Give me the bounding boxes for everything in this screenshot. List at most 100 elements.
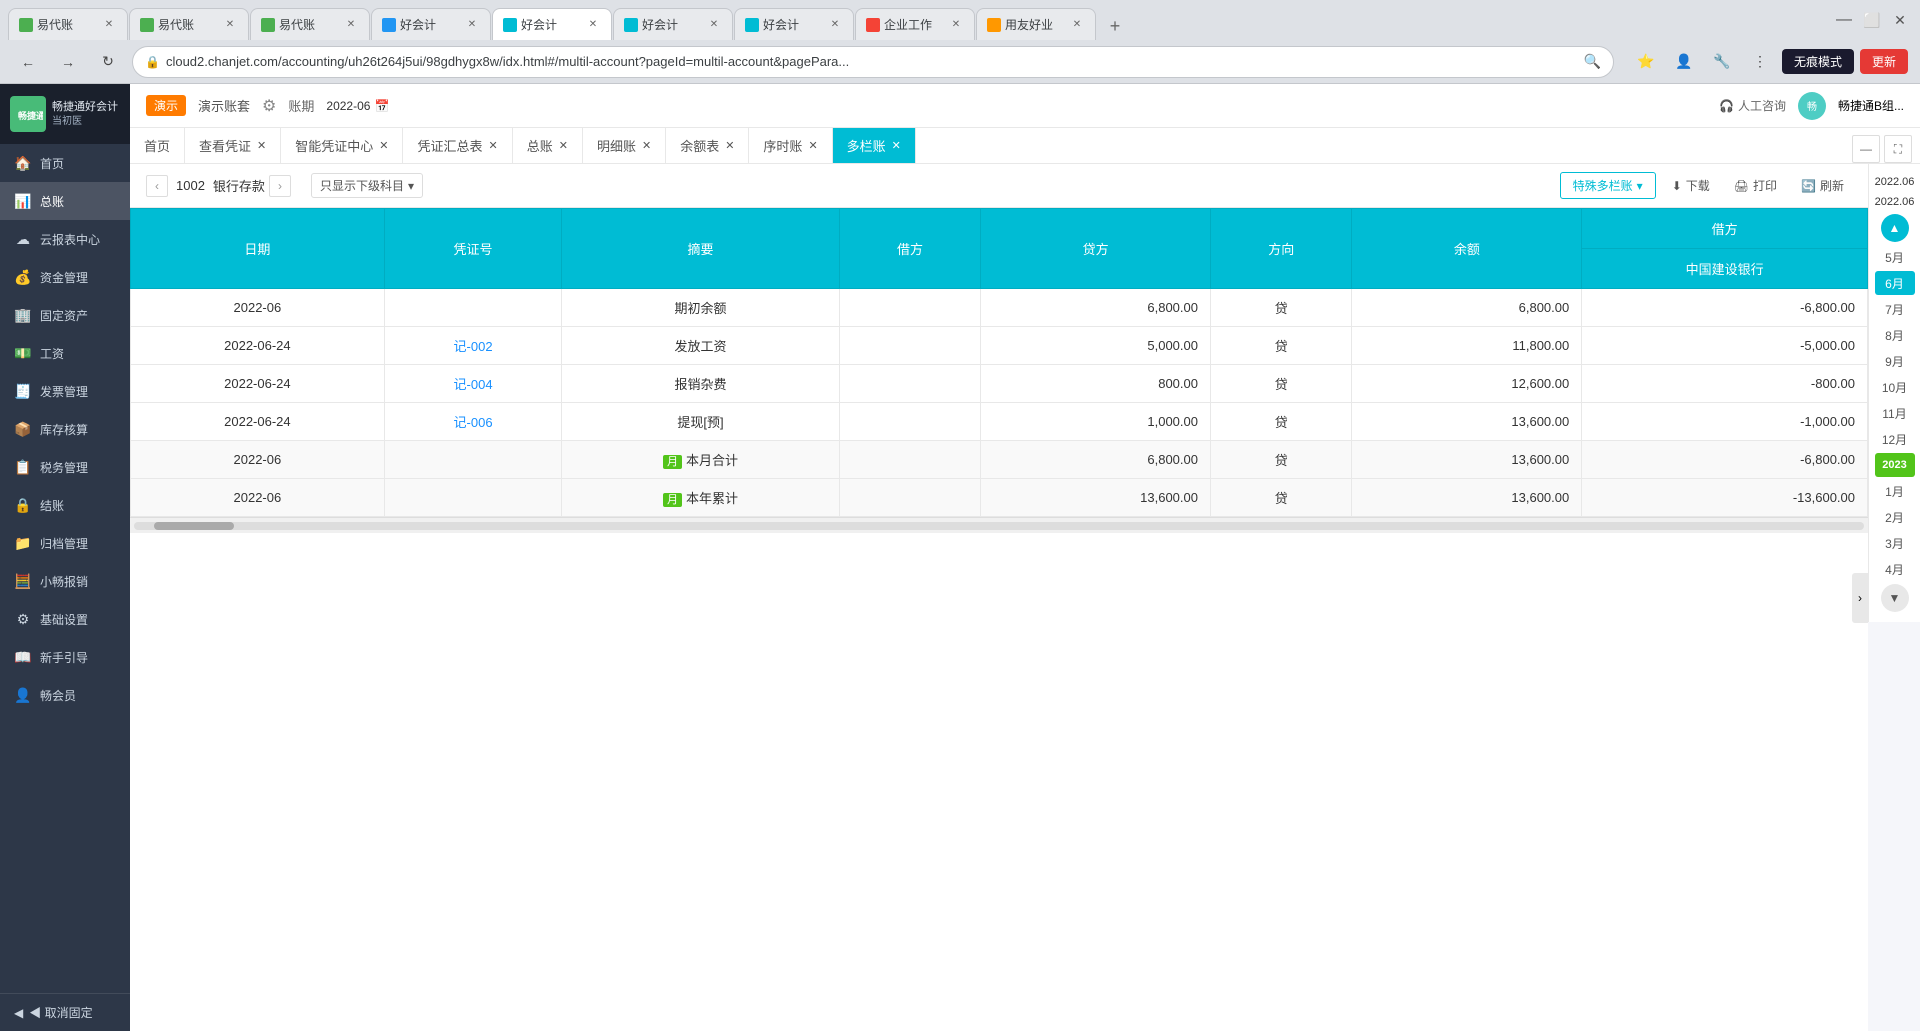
month-8[interactable]: 8月: [1875, 323, 1915, 347]
month-11[interactable]: 11月: [1875, 401, 1915, 425]
tab-close-6[interactable]: ✕: [706, 17, 722, 33]
wuhen-mode-button[interactable]: 无痕模式: [1782, 49, 1854, 74]
unpin-button[interactable]: ◀ ◀ 取消固定: [0, 993, 130, 1031]
sidebar-item-tax[interactable]: 📋 税务管理: [0, 448, 130, 486]
update-button[interactable]: 更新: [1860, 49, 1908, 74]
horizontal-scrollbar[interactable]: [130, 517, 1868, 533]
back-button[interactable]: ←: [12, 46, 44, 78]
tab-close-voucher-summary[interactable]: ✕: [489, 139, 498, 152]
tab-close-9[interactable]: ✕: [1069, 17, 1085, 33]
tab-close-sequential-ledger[interactable]: ✕: [808, 139, 817, 152]
month-2023-2[interactable]: 2月: [1875, 505, 1915, 529]
browser-tab-6[interactable]: 好会计 ✕: [613, 8, 733, 40]
browser-tab-2[interactable]: 易代账 ✕: [129, 8, 249, 40]
tab-smart-voucher[interactable]: 智能凭证中心 ✕: [281, 128, 403, 163]
month-10[interactable]: 10月: [1875, 375, 1915, 399]
tab-detail-ledger[interactable]: 明细账 ✕: [583, 128, 666, 163]
cell-voucher[interactable]: 记-004: [384, 365, 562, 403]
tab-voucher-summary[interactable]: 凭证汇总表 ✕: [403, 128, 512, 163]
tab-voucher-view[interactable]: 查看凭证 ✕: [185, 128, 281, 163]
month-2023-4[interactable]: 4月: [1875, 557, 1915, 581]
sidebar-item-guide[interactable]: 📖 新手引导: [0, 638, 130, 676]
tab-close-3[interactable]: ✕: [343, 17, 359, 33]
scroll-track[interactable]: [134, 522, 1864, 530]
sidebar-item-expense[interactable]: 🧮 小畅报销: [0, 562, 130, 600]
month-6[interactable]: 6月: [1875, 271, 1915, 295]
browser-tab-9[interactable]: 用友好业 ✕: [976, 8, 1096, 40]
search-icon[interactable]: 🔍: [1584, 53, 1601, 70]
browser-tab-7[interactable]: 好会计 ✕: [734, 8, 854, 40]
sidebar-item-close[interactable]: 🔒 结账: [0, 486, 130, 524]
sub-filter-dropdown[interactable]: 只显示下级科目 ▾: [311, 173, 423, 198]
month-7[interactable]: 7月: [1875, 297, 1915, 321]
sidebar-item-fund[interactable]: 💰 资金管理: [0, 258, 130, 296]
close-button[interactable]: ✕: [1888, 8, 1912, 32]
forward-button[interactable]: →: [52, 46, 84, 78]
sidebar-item-home[interactable]: 🏠 首页: [0, 144, 130, 182]
sidebar-item-asset[interactable]: 🏢 固定资产: [0, 296, 130, 334]
tab-close-multi-column[interactable]: ✕: [892, 139, 901, 152]
sidebar-item-invoice[interactable]: 🧾 发票管理: [0, 372, 130, 410]
month-12[interactable]: 12月: [1875, 427, 1915, 451]
maximize-button[interactable]: ⬜: [1860, 8, 1884, 32]
address-bar[interactable]: 🔒 cloud2.chanjet.com/accounting/uh26t264…: [132, 46, 1614, 78]
tab-close-8[interactable]: ✕: [948, 17, 964, 33]
tab-close-2[interactable]: ✕: [222, 17, 238, 33]
sidebar-item-salary[interactable]: 💵 工资: [0, 334, 130, 372]
settings-gear-icon[interactable]: ⚙: [262, 96, 276, 116]
tab-general-ledger[interactable]: 总账 ✕: [513, 128, 583, 163]
bookmark-icon[interactable]: ⭐: [1630, 46, 1662, 78]
extensions-icon[interactable]: 🔧: [1706, 46, 1738, 78]
tab-close-general-ledger[interactable]: ✕: [559, 139, 568, 152]
tab-multi-column[interactable]: 多栏账 ✕: [833, 128, 916, 163]
cell-voucher[interactable]: 记-002: [384, 327, 562, 365]
tab-close-voucher-view[interactable]: ✕: [257, 139, 266, 152]
scroll-down-button[interactable]: ▼: [1881, 584, 1909, 612]
expand-tab-button[interactable]: ⛶: [1884, 135, 1912, 163]
print-button[interactable]: 🖨 打印: [1726, 173, 1785, 198]
cell-voucher[interactable]: 记-006: [384, 403, 562, 441]
tab-balance-sheet[interactable]: 余额表 ✕: [666, 128, 749, 163]
browser-tab-4[interactable]: 好会计 ✕: [371, 8, 491, 40]
browser-tab-5[interactable]: 好会计 ✕: [492, 8, 612, 40]
month-2023-3[interactable]: 3月: [1875, 531, 1915, 555]
tab-close-7[interactable]: ✕: [827, 17, 843, 33]
minimize-button[interactable]: —: [1832, 8, 1856, 32]
consult-button[interactable]: 🎧 人工咨询: [1719, 97, 1786, 114]
sidebar-item-cloud[interactable]: ☁ 云报表中心: [0, 220, 130, 258]
collapse-tab-button[interactable]: —: [1852, 135, 1880, 163]
demo-badge[interactable]: 演示: [146, 95, 186, 116]
sidebar-item-settings[interactable]: ⚙ 基础设置: [0, 600, 130, 638]
tab-close-4[interactable]: ✕: [464, 17, 480, 33]
tab-sequential-ledger[interactable]: 序时账 ✕: [749, 128, 832, 163]
tab-close-balance-sheet[interactable]: ✕: [725, 139, 734, 152]
tab-close-5[interactable]: ✕: [585, 17, 601, 33]
month-2023-1[interactable]: 1月: [1875, 479, 1915, 503]
tab-close-detail-ledger[interactable]: ✕: [642, 139, 651, 152]
tab-close-1[interactable]: ✕: [101, 17, 117, 33]
month-9[interactable]: 9月: [1875, 349, 1915, 373]
tab-home[interactable]: 首页: [130, 128, 185, 163]
sidebar-item-member[interactable]: 👤 畅会员: [0, 676, 130, 714]
browser-tab-3[interactable]: 易代账 ✕: [250, 8, 370, 40]
special-multi-column-button[interactable]: 特殊多栏账 ▾: [1560, 172, 1656, 199]
scroll-up-button[interactable]: ▲: [1881, 214, 1909, 242]
sidebar-item-ledger[interactable]: 📊 总账: [0, 182, 130, 220]
refresh-button[interactable]: 🔄 刷新: [1793, 173, 1852, 198]
account-next-button[interactable]: ›: [269, 175, 291, 197]
right-panel-collapse-button[interactable]: ›: [1852, 573, 1868, 623]
new-tab-button[interactable]: +: [1101, 12, 1129, 40]
profile-icon[interactable]: 👤: [1668, 46, 1700, 78]
account-prev-button[interactable]: ‹: [146, 175, 168, 197]
reload-button[interactable]: ↻: [92, 46, 124, 78]
tab-close-smart-voucher[interactable]: ✕: [379, 139, 388, 152]
scroll-thumb[interactable]: [154, 522, 234, 530]
menu-icon[interactable]: ⋮: [1744, 46, 1776, 78]
sidebar-item-archive[interactable]: 📁 归档管理: [0, 524, 130, 562]
month-5[interactable]: 5月: [1875, 245, 1915, 269]
browser-tab-8[interactable]: 企业工作 ✕: [855, 8, 975, 40]
period-value[interactable]: 2022-06 📅: [326, 99, 389, 113]
download-button[interactable]: ⬇ 下载: [1664, 173, 1718, 198]
sidebar-item-stock[interactable]: 📦 库存核算: [0, 410, 130, 448]
browser-tab-1[interactable]: 易代账 ✕: [8, 8, 128, 40]
